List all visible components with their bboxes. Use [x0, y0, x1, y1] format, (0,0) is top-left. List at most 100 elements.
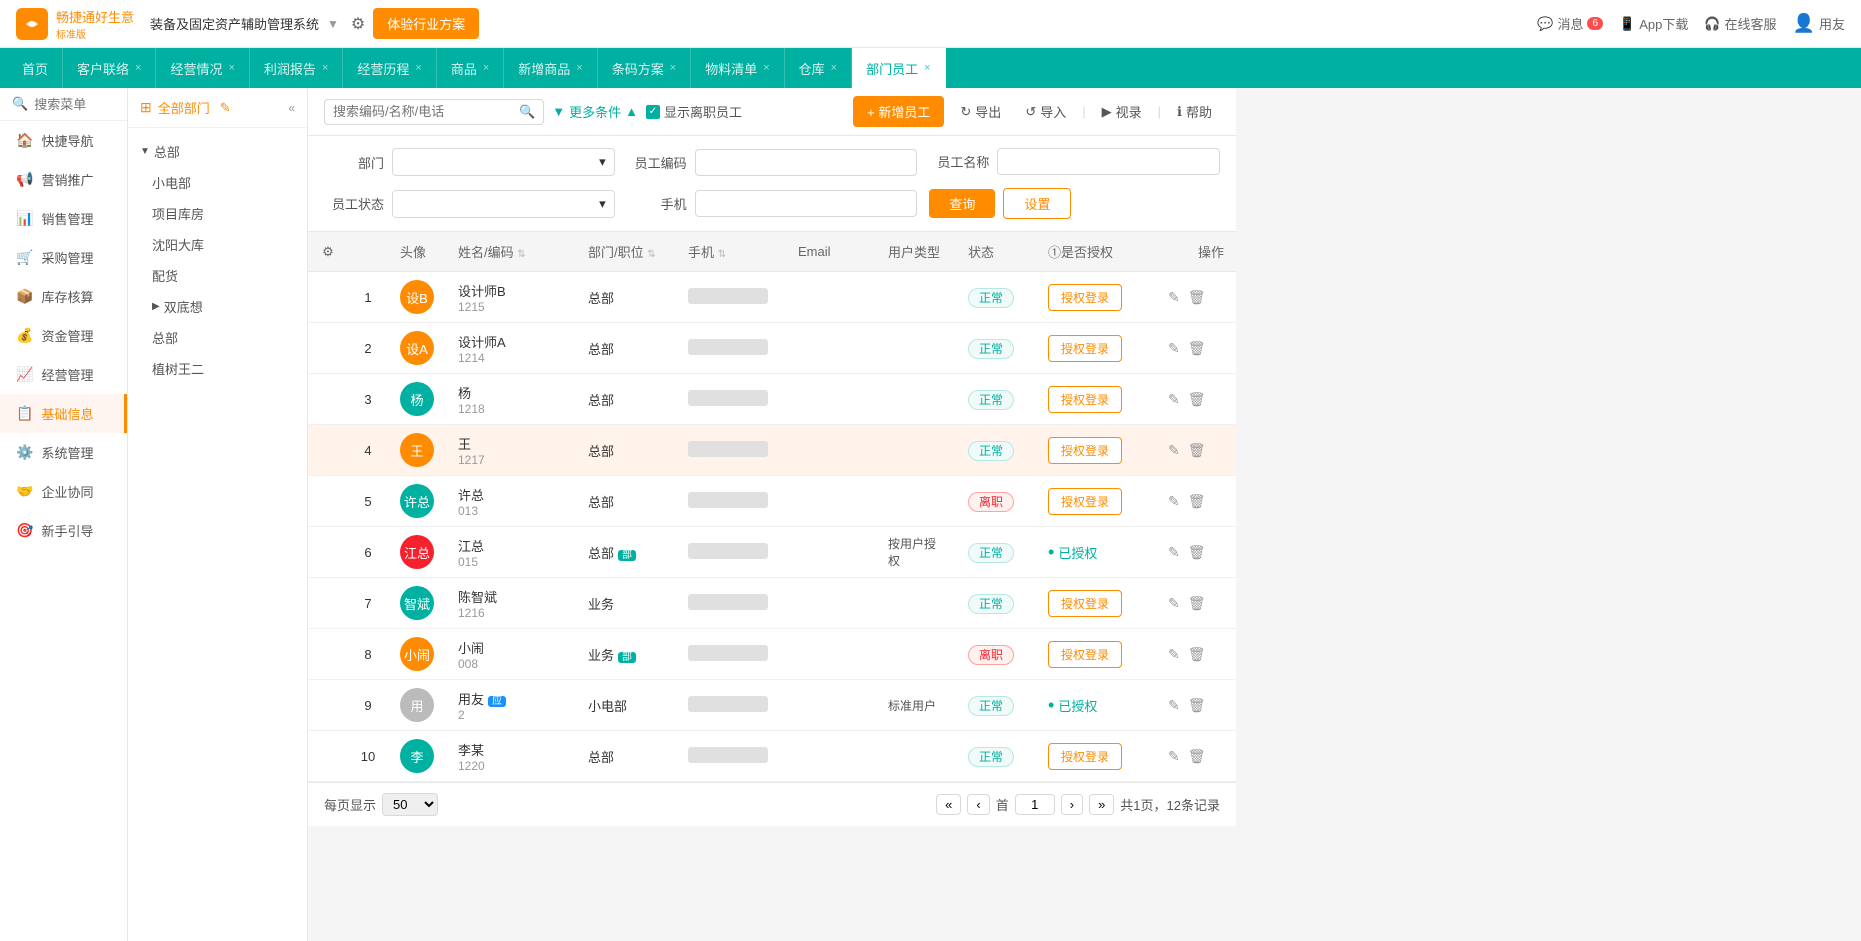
sidebar-item-system[interactable]: ⚙️ 系统管理 — [0, 433, 127, 472]
delete-icon[interactable]: 🗑 — [1188, 646, 1206, 663]
tab-add-product[interactable]: 新增商品× — [504, 48, 597, 88]
dept-edit-icon[interactable]: ✎ — [220, 100, 231, 116]
tab-home[interactable]: 首页 — [8, 48, 63, 88]
tab-employee[interactable]: 部门员工× — [852, 48, 945, 88]
status-filter-select[interactable]: ▾ — [392, 190, 615, 218]
delete-icon[interactable]: 🗑 — [1188, 748, 1206, 765]
dropdown-arrow-icon[interactable]: ▼ — [327, 17, 339, 31]
sidebar-item-finance[interactable]: 💰 资金管理 — [0, 316, 127, 355]
search-input[interactable] — [333, 104, 513, 119]
edit-icon[interactable]: ✎ — [1168, 595, 1180, 612]
add-employee-btn[interactable]: + 新增员工 — [853, 96, 944, 127]
help-btn[interactable]: ℹ 帮助 — [1169, 98, 1220, 125]
auth-login-btn[interactable]: 授权登录 — [1048, 590, 1122, 617]
tab-customer[interactable]: 客户联络× — [63, 48, 156, 88]
delete-icon[interactable]: 🗑 — [1188, 442, 1206, 459]
page-number-input[interactable] — [1015, 794, 1055, 815]
prev-page-btn[interactable]: ‹ — [967, 794, 989, 815]
dept-filter-select[interactable]: ▾ — [392, 148, 615, 176]
close-warehouse-icon[interactable]: × — [831, 62, 837, 74]
tab-journey[interactable]: 经营历程× — [343, 48, 436, 88]
dept-node-zhishu[interactable]: 植树王二 — [128, 353, 307, 384]
edit-icon[interactable]: ✎ — [1168, 391, 1180, 408]
close-product-icon[interactable]: × — [483, 62, 489, 74]
auth-login-btn[interactable]: 授权登录 — [1048, 284, 1122, 311]
sidebar-search-input[interactable] — [34, 97, 115, 112]
delete-icon[interactable]: 🗑 — [1188, 340, 1206, 357]
auth-login-btn[interactable]: 授权登录 — [1048, 386, 1122, 413]
user-avatar-btn[interactable]: 👤 用友 — [1793, 13, 1845, 34]
dept-node-peihuo[interactable]: 配货 — [128, 260, 307, 291]
name-sort-icon[interactable]: ⇅ — [517, 249, 525, 260]
sidebar-item-mgmt[interactable]: 📈 经营管理 — [0, 355, 127, 394]
online-service-btn[interactable]: 🎧 在线客服 — [1704, 14, 1776, 33]
dept-sort-icon[interactable]: ⇅ — [647, 249, 655, 260]
auth-login-btn[interactable]: 授权登录 — [1048, 335, 1122, 362]
delete-icon[interactable]: 🗑 — [1188, 544, 1206, 561]
page-size-select[interactable]: 50 100 200 — [382, 793, 438, 816]
tab-warehouse[interactable]: 仓库× — [785, 48, 852, 88]
close-employee-icon[interactable]: × — [924, 62, 930, 74]
edit-icon[interactable]: ✎ — [1168, 442, 1180, 459]
delete-icon[interactable]: 🗑 — [1188, 493, 1206, 510]
close-barcode-icon[interactable]: × — [670, 62, 676, 74]
trial-button[interactable]: 体验行业方案 — [373, 8, 479, 39]
view-btn[interactable]: ▶ 视录 — [1094, 98, 1150, 125]
tab-operation[interactable]: 经营情况× — [156, 48, 249, 88]
edit-icon[interactable]: ✎ — [1168, 493, 1180, 510]
sidebar-item-marketing[interactable]: 📢 营销推广 — [0, 160, 127, 199]
sidebar-item-quicknav[interactable]: 🏠 快捷导航 — [0, 121, 127, 160]
dept-node-xiaodian[interactable]: 小电部 — [128, 167, 307, 198]
first-page-btn[interactable]: « — [936, 794, 961, 815]
export-btn[interactable]: ↻ 导出 — [952, 98, 1009, 125]
empname-input[interactable] — [997, 148, 1220, 175]
sidebar-item-guide[interactable]: 🎯 新手引导 — [0, 511, 127, 550]
sidebar-item-basic[interactable]: 📋 基础信息 — [0, 394, 127, 433]
dept-node-xiangmu[interactable]: 项目库房 — [128, 198, 307, 229]
close-operation-icon[interactable]: × — [228, 62, 234, 74]
dept-node-shenyang[interactable]: 沈阳大库 — [128, 229, 307, 260]
auth-login-btn[interactable]: 授权登录 — [1048, 641, 1122, 668]
query-btn[interactable]: 查询 — [929, 189, 995, 218]
close-add-product-icon[interactable]: × — [576, 62, 582, 74]
delete-icon[interactable]: 🗑 — [1188, 289, 1206, 306]
delete-icon[interactable]: 🗑 — [1188, 697, 1206, 714]
col-name-header[interactable]: 姓名/编码 ⇅ — [446, 232, 576, 272]
close-profit-icon[interactable]: × — [322, 62, 328, 74]
phone-sort-icon[interactable]: ⇅ — [718, 249, 726, 260]
auth-login-btn[interactable]: 授权登录 — [1048, 437, 1122, 464]
sidebar-search-box[interactable]: 🔍 — [0, 88, 127, 121]
dept-node-zongbu-root[interactable]: ▼ 总部 — [128, 136, 307, 167]
tab-barcode[interactable]: 条码方案× — [598, 48, 691, 88]
edit-icon[interactable]: ✎ — [1168, 544, 1180, 561]
reset-btn[interactable]: 设置 — [1003, 188, 1071, 219]
message-btn[interactable]: 💬 消息 6 — [1537, 14, 1603, 33]
show-resigned-toggle[interactable]: ✓ 显示离职员工 — [646, 102, 742, 121]
settings-icon[interactable]: ⚙ — [351, 14, 365, 34]
col-dept-header[interactable]: 部门/职位 ⇅ — [576, 232, 676, 272]
delete-icon[interactable]: 🗑 — [1188, 595, 1206, 612]
phone-input[interactable] — [695, 190, 918, 217]
app-download-btn[interactable]: 📱 App下载 — [1619, 14, 1688, 33]
edit-icon[interactable]: ✎ — [1168, 748, 1180, 765]
empcode-input[interactable] — [695, 149, 918, 176]
sidebar-item-purchase[interactable]: 🛒 采购管理 — [0, 238, 127, 277]
sidebar-item-sales[interactable]: 📊 销售管理 — [0, 199, 127, 238]
tab-profit[interactable]: 利润报告× — [250, 48, 343, 88]
sidebar-item-inventory[interactable]: 📦 库存核算 — [0, 277, 127, 316]
next-page-btn[interactable]: › — [1061, 794, 1083, 815]
tab-product[interactable]: 商品× — [437, 48, 504, 88]
dept-node-zongbu[interactable]: 总部 — [128, 322, 307, 353]
tab-bom[interactable]: 物料清单× — [691, 48, 784, 88]
close-journey-icon[interactable]: × — [415, 62, 421, 74]
auth-login-btn[interactable]: 授权登录 — [1048, 743, 1122, 770]
last-page-btn[interactable]: » — [1089, 794, 1114, 815]
col-phone-header[interactable]: 手机 ⇅ — [676, 232, 786, 272]
search-box[interactable]: 🔍 — [324, 99, 544, 125]
close-bom-icon[interactable]: × — [763, 62, 769, 74]
search-btn-icon[interactable]: 🔍 — [519, 104, 535, 120]
edit-icon[interactable]: ✎ — [1168, 340, 1180, 357]
edit-icon[interactable]: ✎ — [1168, 646, 1180, 663]
col-settings[interactable]: ⚙ — [308, 232, 348, 272]
close-customer-icon[interactable]: × — [135, 62, 141, 74]
